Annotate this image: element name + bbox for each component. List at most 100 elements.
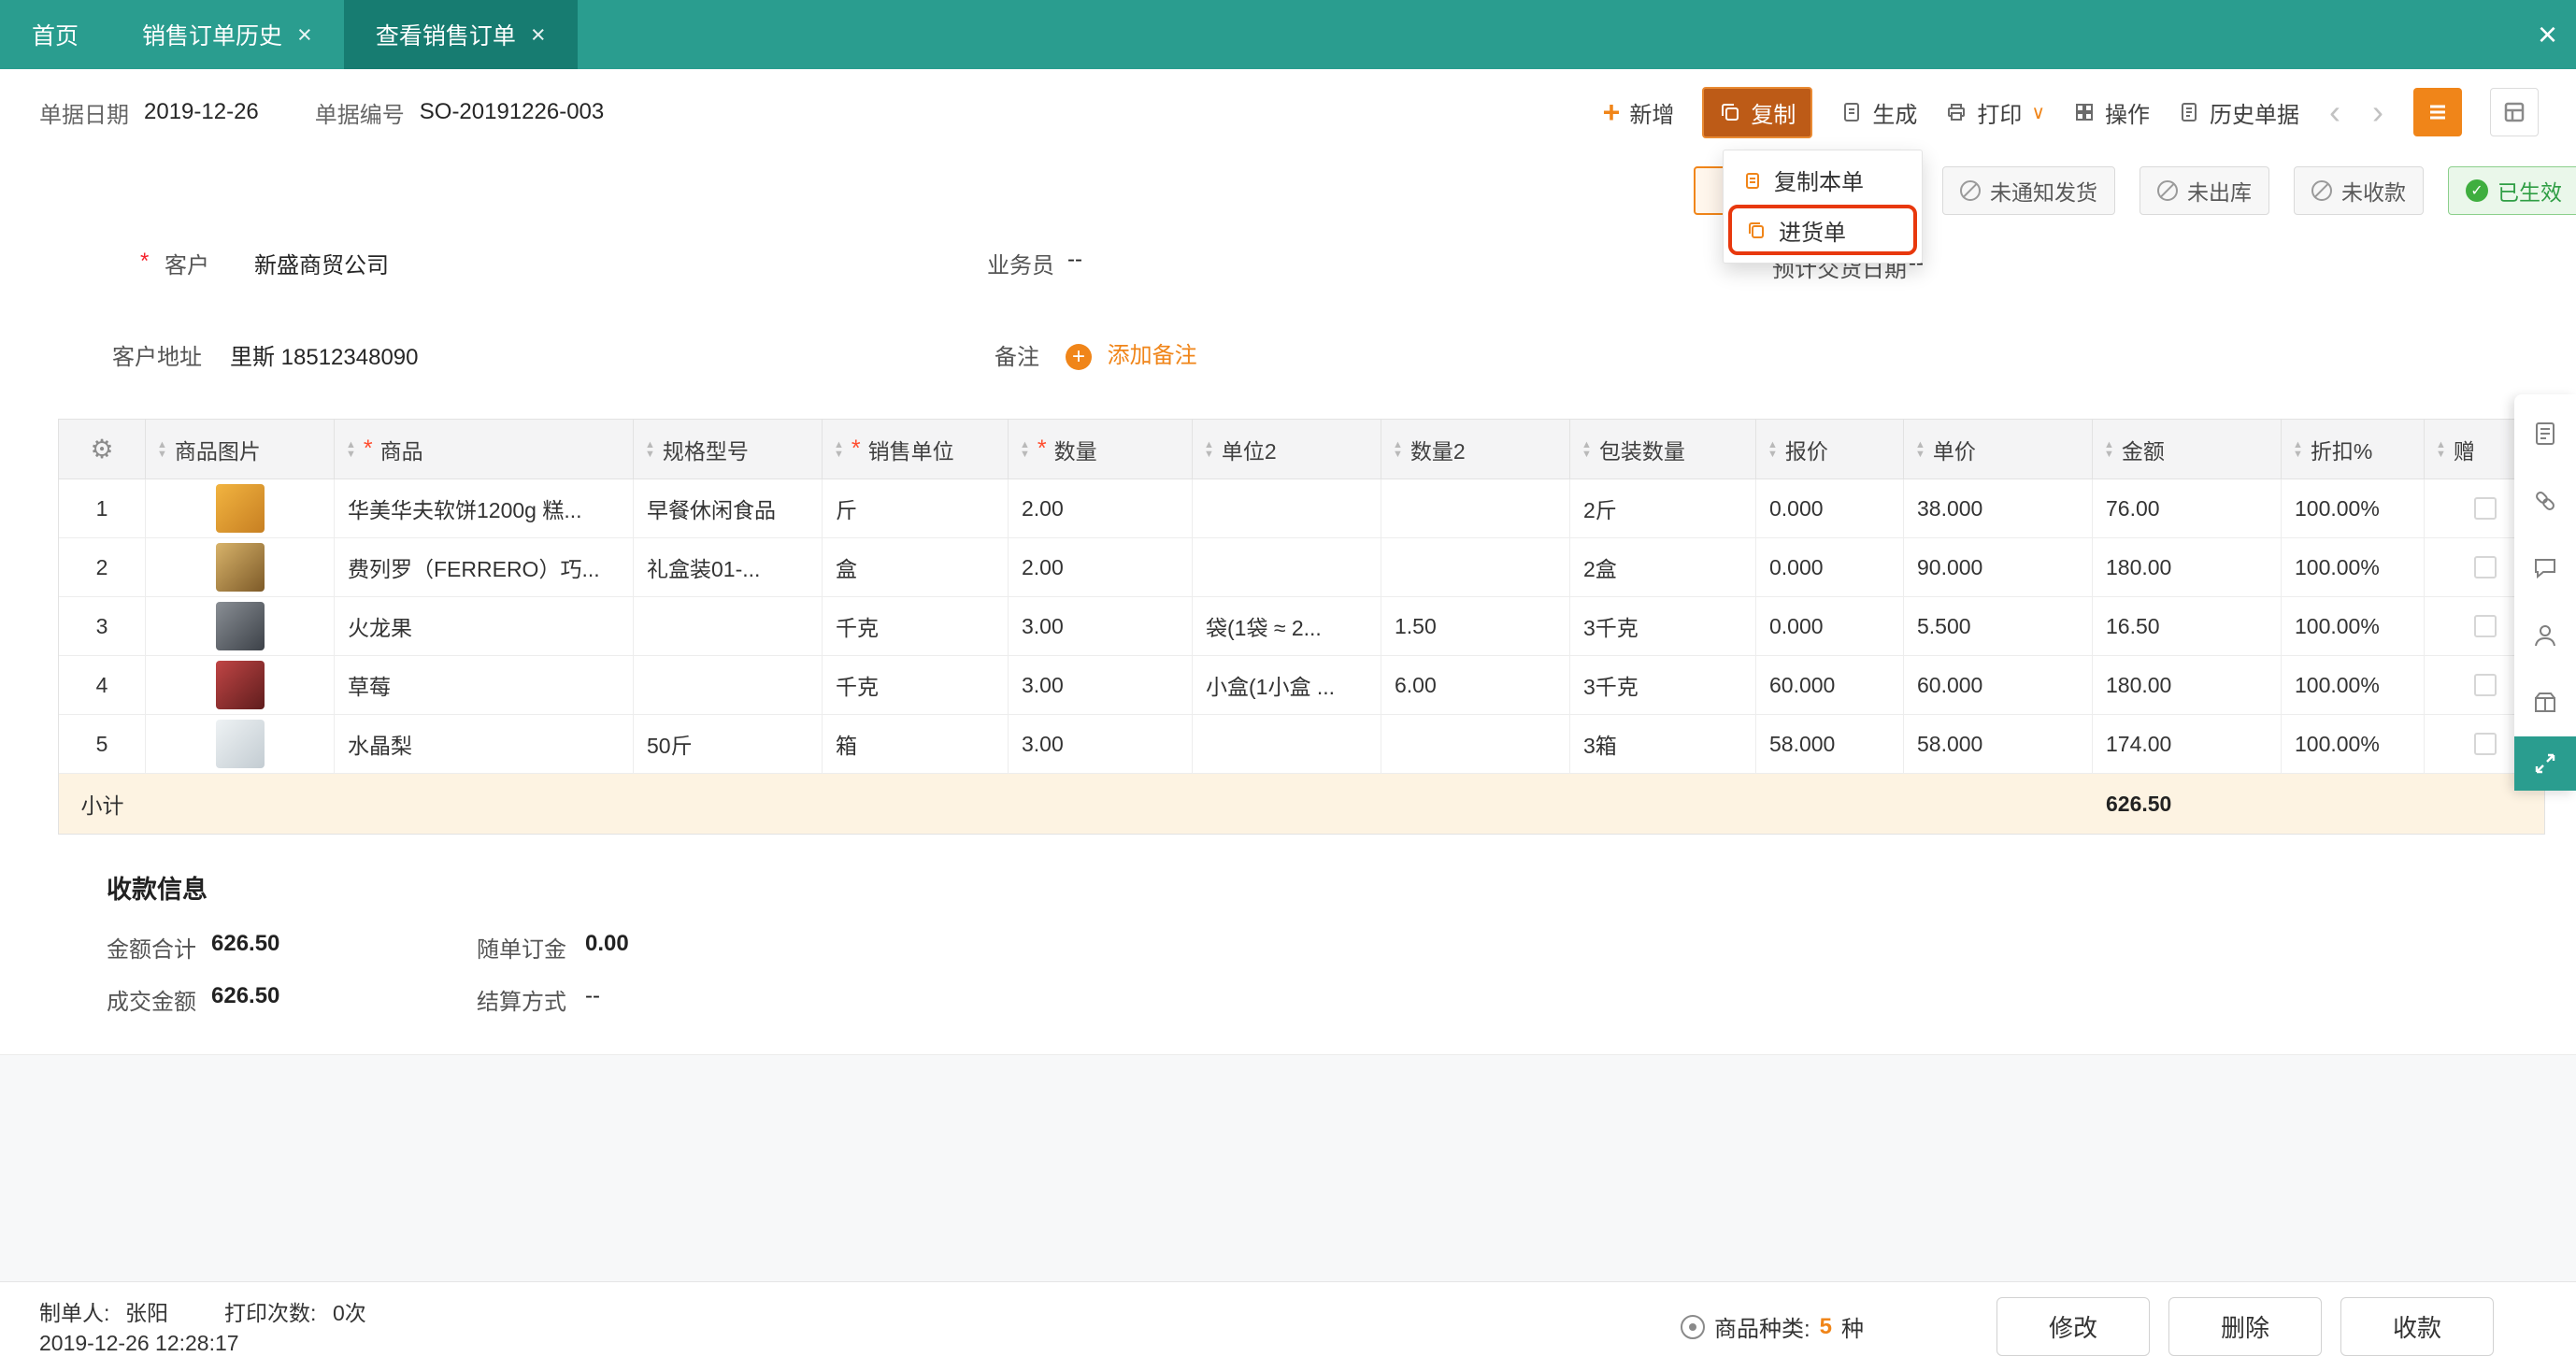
column-header-quantity2[interactable]: ▲ ▼ 数量2 (1381, 420, 1570, 478)
list-view-toggle[interactable] (2413, 88, 2462, 136)
gift-checkbox[interactable] (2474, 733, 2497, 755)
sort-arrows-icon[interactable]: ▲ ▼ (1581, 439, 1592, 459)
add-remark-button[interactable]: + 添加备注 (1066, 336, 1197, 370)
prev-arrow-button[interactable]: ‹ (2327, 95, 2342, 129)
doc-date-label: 单据日期 (39, 102, 129, 128)
table-row[interactable]: 3 火龙果 千克 3.00 袋(1袋 ≈ 2... 1.50 3千克 0.000 5.500 16… (59, 597, 2544, 656)
cell-product-image[interactable] (146, 479, 335, 537)
column-header-package-quantity[interactable]: ▲ ▼ 包装数量 (1570, 420, 1756, 478)
sort-arrows-icon[interactable]: ▲ ▼ (834, 439, 844, 459)
badge-label: 未通知发货 (1990, 180, 2097, 205)
settlement-label: 结算方式 (477, 990, 566, 1015)
column-header-quote-price[interactable]: ▲ ▼ 报价 (1756, 420, 1904, 478)
status-badges: 未通知发货 未出库 未收款 ✓ 已生效 (1942, 166, 2576, 215)
next-arrow-button[interactable]: › (2370, 95, 2385, 129)
chevron-down-icon[interactable]: ∨ (2031, 101, 2045, 124)
sort-arrows-icon[interactable]: ▲ ▼ (1393, 439, 1403, 459)
cell-package-quantity: 3箱 (1570, 715, 1756, 773)
receive-payment-button[interactable]: 收款 (2340, 1297, 2494, 1356)
customer-button[interactable] (2514, 602, 2576, 669)
gift-checkbox[interactable] (2474, 615, 2497, 637)
tab-close-icon[interactable]: × (531, 21, 546, 50)
tab-close-icon[interactable]: × (297, 21, 312, 50)
product-thumbnail[interactable] (215, 602, 265, 650)
cell-spec-model (634, 597, 823, 655)
menu-item-purchase-order[interactable]: 进货单 (1732, 208, 1913, 251)
customer-value[interactable]: 新盛商贸公司 (254, 247, 389, 279)
sort-arrows-icon[interactable]: ▲ ▼ (157, 439, 167, 459)
column-header-label: 赠 (2453, 438, 2475, 464)
generate-button[interactable]: 生成 (1840, 96, 1917, 129)
cell-spec-model: 礼盒装01-... (634, 538, 823, 596)
add-button[interactable]: + 新增 (1603, 96, 1675, 129)
cell-discount-percent: 100.00% (2282, 538, 2425, 596)
actions-button[interactable]: 操作 (2073, 96, 2150, 129)
sort-arrows-icon[interactable]: ▲ ▼ (1204, 439, 1214, 459)
column-header-discount-percent[interactable]: ▲ ▼ 折扣% (2282, 420, 2425, 478)
cell-product-image[interactable] (146, 656, 335, 714)
history-docs-button[interactable]: 历史单据 (2178, 96, 2299, 129)
link-icon (2536, 492, 2555, 510)
copy-button[interactable]: 复制 (1702, 86, 1813, 138)
cell-product: 水晶梨 (335, 715, 634, 773)
product-thumbnail[interactable] (215, 720, 265, 768)
menu-item-copy-current[interactable]: 复制本单 (1724, 156, 1922, 203)
message-button[interactable] (2514, 535, 2576, 602)
card-view-toggle[interactable] (2490, 88, 2539, 136)
required-mark: * (851, 436, 861, 462)
column-header-label: 规格型号 (662, 438, 749, 464)
tab-home[interactable]: 首页 (0, 0, 110, 69)
window-close-icon[interactable]: × (2538, 0, 2557, 69)
table-row[interactable]: 2 费列罗（FERRERO）巧... 礼盒装01-... 盒 2.00 2盒 0.000 90… (59, 538, 2544, 597)
right-sidebar (2514, 394, 2576, 791)
package-button[interactable] (2514, 669, 2576, 736)
tab-view-sales-order[interactable]: 查看销售订单 × (343, 0, 578, 69)
copy-dropdown-menu: 复制本单 进货单 (1723, 150, 1923, 264)
doc-no-label: 单据编号 (314, 102, 405, 128)
sort-arrows-icon[interactable]: ▲ ▼ (2293, 439, 2303, 459)
table-settings-button[interactable]: ⚙ (59, 420, 146, 478)
product-thumbnail[interactable] (215, 661, 265, 709)
expand-icon (2535, 753, 2555, 774)
column-header-product[interactable]: ▲ ▼ * 商品 (335, 420, 634, 478)
product-thumbnail[interactable] (215, 484, 265, 533)
table-row[interactable]: 5 水晶梨 50斤箱 3.00 3箱 58.000 58.000 174.00 100.00% (59, 715, 2544, 774)
product-thumbnail[interactable] (215, 543, 265, 592)
row-index: 5 (59, 715, 146, 773)
table-row[interactable]: 4 草莓 千克 3.00 小盒(1小盒 ... 6.00 3千克 60.000 60.000 18… (59, 656, 2544, 715)
sort-arrows-icon[interactable]: ▲ ▼ (1020, 439, 1030, 459)
sort-arrows-icon[interactable]: ▲ ▼ (2104, 439, 2114, 459)
gift-checkbox[interactable] (2474, 674, 2497, 696)
tab-sales-order-history[interactable]: 销售订单历史 × (110, 0, 344, 69)
column-header-unit2[interactable]: ▲ ▼ 单位2 (1193, 420, 1381, 478)
detail-button[interactable] (2514, 400, 2576, 467)
sort-arrows-icon[interactable]: ▲ ▼ (346, 439, 356, 459)
gift-checkbox[interactable] (2474, 497, 2497, 520)
print-button[interactable]: 打印 ∨ (1945, 96, 2045, 129)
list-view-icon (2430, 105, 2445, 120)
delete-button[interactable]: 删除 (2168, 1297, 2322, 1356)
link-button[interactable] (2514, 467, 2576, 535)
cell-product-image[interactable] (146, 715, 335, 773)
gift-checkbox[interactable] (2474, 556, 2497, 578)
column-header-amount[interactable]: ▲ ▼ 金额 (2093, 420, 2282, 478)
doc-no-value: SO-20191226-003 (419, 99, 605, 124)
cell-quantity: 2.00 (1009, 479, 1193, 537)
sort-arrows-icon[interactable]: ▲ ▼ (1767, 439, 1778, 459)
column-header-product-image[interactable]: ▲ ▼ 商品图片 (146, 420, 335, 478)
column-header-spec-model[interactable]: ▲ ▼ 规格型号 (634, 420, 823, 478)
modify-button[interactable]: 修改 (1996, 1297, 2150, 1356)
expand-button[interactable] (2514, 736, 2576, 791)
sort-arrows-icon[interactable]: ▲ ▼ (1915, 439, 1925, 459)
cell-product-image[interactable] (146, 538, 335, 596)
cell-product-image[interactable] (146, 597, 335, 655)
cell-discount-percent: 100.00% (2282, 656, 2425, 714)
column-header-unit-price[interactable]: ▲ ▼ 单价 (1904, 420, 2093, 478)
detail-icon (2536, 422, 2555, 445)
sort-arrows-icon[interactable]: ▲ ▼ (2436, 439, 2446, 459)
column-header-quantity[interactable]: ▲ ▼ * 数量 (1009, 420, 1193, 478)
sort-arrows-icon[interactable]: ▲ ▼ (645, 439, 655, 459)
column-header-label: 数量2 (1410, 438, 1466, 464)
table-row[interactable]: 1 华美华夫软饼1200g 糕... 早餐休闲食品斤 2.00 2斤 0.000 38.00… (59, 479, 2544, 538)
column-header-sales-unit[interactable]: ▲ ▼ * 销售单位 (823, 420, 1009, 478)
